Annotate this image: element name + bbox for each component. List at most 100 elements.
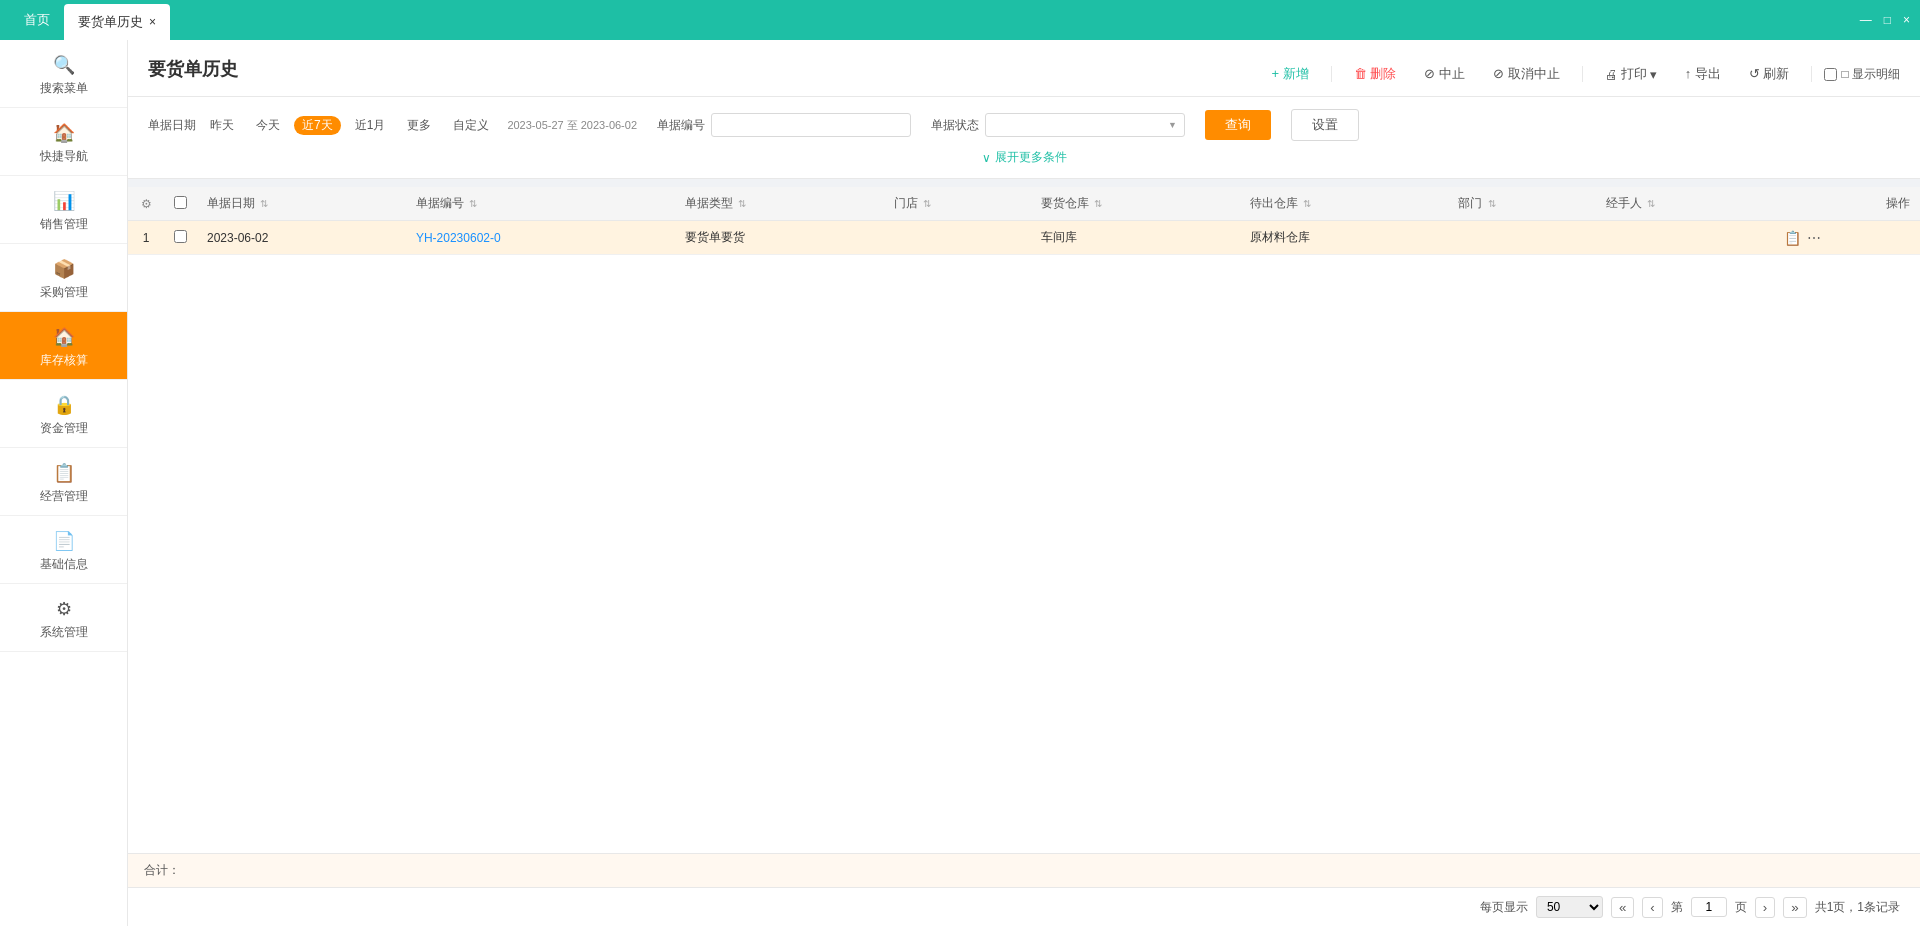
last-page-btn[interactable]: »: [1783, 897, 1806, 918]
cancel-stop-button[interactable]: ⊘ 取消中止: [1483, 60, 1570, 88]
purchase-mgmt-icon: 📦: [53, 258, 75, 280]
operations-mgmt-icon: 📋: [53, 462, 75, 484]
th-pending-warehouse-sort-icon[interactable]: ⇅: [1303, 198, 1311, 209]
export-button[interactable]: ↑ 导出: [1675, 60, 1731, 88]
sidebar-item-purchase-mgmt[interactable]: 📦 采购管理: [0, 244, 127, 312]
sidebar-item-operations-mgmt[interactable]: 📋 经营管理: [0, 448, 127, 516]
tab-requisition-history-label: 要货单历史: [78, 13, 143, 31]
tab-close-icon[interactable]: ×: [149, 15, 156, 29]
th-date-sort-icon[interactable]: ⇅: [260, 198, 268, 209]
print-button[interactable]: 🖨 打印 ▾: [1595, 60, 1667, 88]
sales-mgmt-icon: 📊: [53, 190, 75, 212]
row-checkbox[interactable]: [174, 230, 187, 243]
summary-label: 合计：: [144, 862, 180, 879]
sidebar-item-basic-info[interactable]: 📄 基础信息: [0, 516, 127, 584]
expand-more[interactable]: ∨ 展开更多条件: [148, 149, 1900, 166]
refresh-button[interactable]: ↺ 刷新: [1739, 60, 1800, 88]
column-settings-icon[interactable]: ⚙: [141, 197, 152, 211]
docstatus-select-wrapper: [985, 113, 1185, 137]
date-pill-1month[interactable]: 近1月: [347, 116, 394, 135]
page-size-select[interactable]: 50 20 100: [1536, 896, 1603, 918]
th-req-warehouse-label: 要货仓库: [1041, 196, 1089, 210]
select-all-checkbox[interactable]: [174, 196, 187, 209]
toolbar: + 新增 🗑 删除 ⊘ 中止 ⊘ 取消中止 🖨 打印 ▾ ↑ 导出 ↺ 刷新: [1262, 52, 1900, 96]
th-checkbox: [164, 187, 197, 221]
action-icons: 📋 ⋯: [1784, 230, 1910, 246]
sidebar-item-search-menu-label: 搜索菜单: [40, 80, 88, 97]
th-doctype-sort-icon[interactable]: ⇅: [738, 198, 746, 209]
th-dept-sort-icon[interactable]: ⇅: [1488, 198, 1496, 209]
cell-dept: [1448, 221, 1595, 255]
sidebar-item-capital-mgmt[interactable]: 🔒 资金管理: [0, 380, 127, 448]
quick-nav-icon: 🏠: [53, 122, 75, 144]
table-footer: 合计：: [128, 853, 1920, 887]
th-dept: 部门 ⇅: [1448, 187, 1595, 221]
prev-page-btn[interactable]: ‹: [1642, 897, 1662, 918]
table-wrap: ⚙ 单据日期 ⇅ 单据编号 ⇅: [128, 187, 1920, 853]
sidebar-item-search-menu[interactable]: 🔍 搜索菜单: [0, 40, 127, 108]
date-pill-7days[interactable]: 近7天: [294, 116, 341, 135]
date-pills: 昨天 今天 近7天 近1月 更多 自定义: [202, 116, 497, 135]
main-layout: 🔍 搜索菜单 🏠 快捷导航 📊 销售管理 📦 采购管理 🏠 库存核算 🔒 资金管…: [0, 40, 1920, 926]
th-settings: ⚙: [128, 187, 164, 221]
sidebar-item-capital-mgmt-label: 资金管理: [40, 420, 88, 437]
query-button[interactable]: 查询: [1205, 110, 1271, 140]
th-dept-label: 部门: [1458, 196, 1482, 210]
th-pending-warehouse-label: 待出仓库: [1250, 196, 1298, 210]
date-range-display: 2023-05-27 至 2023-06-02: [507, 118, 637, 133]
table-header-row: ⚙ 单据日期 ⇅ 单据编号 ⇅: [128, 187, 1920, 221]
basic-info-icon: 📄: [53, 530, 75, 552]
system-mgmt-icon: ⚙: [56, 598, 72, 620]
row-edit-icon[interactable]: 📋: [1784, 230, 1801, 246]
tab-requisition-history[interactable]: 要货单历史 ×: [64, 4, 170, 40]
expand-more-label: 展开更多条件: [995, 149, 1067, 166]
setting-button[interactable]: 设置: [1291, 109, 1359, 141]
print-label: 打印: [1621, 65, 1647, 83]
tab-home[interactable]: 首页: [10, 0, 64, 40]
display-detail-checkbox[interactable]: □ 显示明细: [1824, 66, 1900, 83]
th-store-sort-icon[interactable]: ⇅: [923, 198, 931, 209]
window-maximize-btn[interactable]: □: [1884, 13, 1891, 27]
th-handler: 经手人 ⇅: [1596, 187, 1774, 221]
date-pill-yesterday[interactable]: 昨天: [202, 116, 242, 135]
divider-2: [1582, 66, 1583, 82]
display-detail-input[interactable]: [1824, 68, 1837, 81]
cell-doctype: 要货单要货: [675, 221, 884, 255]
window-close-btn[interactable]: ×: [1903, 13, 1910, 27]
pagination-bar: 每页显示 50 20 100 « ‹ 第 页 › » 共1页，1条记录: [128, 887, 1920, 926]
window-minimize-btn[interactable]: —: [1860, 13, 1872, 27]
date-pill-more[interactable]: 更多: [399, 116, 439, 135]
print-icon: 🖨: [1605, 67, 1618, 82]
sidebar-item-inventory-label: 库存核算: [40, 352, 88, 369]
date-pill-custom[interactable]: 自定义: [445, 116, 497, 135]
page-label-prefix: 第: [1671, 899, 1683, 916]
stop-button[interactable]: ⊘ 中止: [1414, 60, 1475, 88]
date-pill-today[interactable]: 今天: [248, 116, 288, 135]
next-page-btn[interactable]: ›: [1755, 897, 1775, 918]
page-input[interactable]: [1691, 897, 1727, 917]
page-label-suffix: 页: [1735, 899, 1747, 916]
th-pending-warehouse: 待出仓库 ⇅: [1240, 187, 1449, 221]
delete-button[interactable]: 🗑 删除: [1344, 60, 1407, 88]
filter-row-1: 单据日期 昨天 今天 近7天 近1月 更多 自定义 2023-05-27 至 2…: [148, 109, 1900, 141]
th-store-label: 门店: [894, 196, 918, 210]
th-handler-sort-icon[interactable]: ⇅: [1647, 198, 1655, 209]
docno-input[interactable]: [711, 113, 911, 137]
docstatus-select[interactable]: [985, 113, 1185, 137]
sidebar-item-quick-nav[interactable]: 🏠 快捷导航: [0, 108, 127, 176]
cell-docno-link[interactable]: YH-20230602-0: [416, 231, 501, 245]
inventory-icon: 🏠: [53, 326, 75, 348]
th-doctype: 单据类型 ⇅: [675, 187, 884, 221]
th-docno-sort-icon[interactable]: ⇅: [469, 198, 477, 209]
first-page-btn[interactable]: «: [1611, 897, 1634, 918]
row-more-icon[interactable]: ⋯: [1807, 230, 1821, 246]
sidebar-item-sales-mgmt[interactable]: 📊 销售管理: [0, 176, 127, 244]
new-button[interactable]: + 新增: [1262, 60, 1319, 88]
sidebar-item-system-mgmt[interactable]: ⚙ 系统管理: [0, 584, 127, 652]
sidebar-item-sales-mgmt-label: 销售管理: [40, 216, 88, 233]
th-req-warehouse-sort-icon[interactable]: ⇅: [1094, 198, 1102, 209]
tab-home-label: 首页: [24, 11, 50, 29]
chevron-down-icon: ∨: [982, 151, 991, 165]
top-bar-right: — □ ×: [1860, 13, 1910, 27]
sidebar-item-inventory[interactable]: 🏠 库存核算: [0, 312, 127, 380]
